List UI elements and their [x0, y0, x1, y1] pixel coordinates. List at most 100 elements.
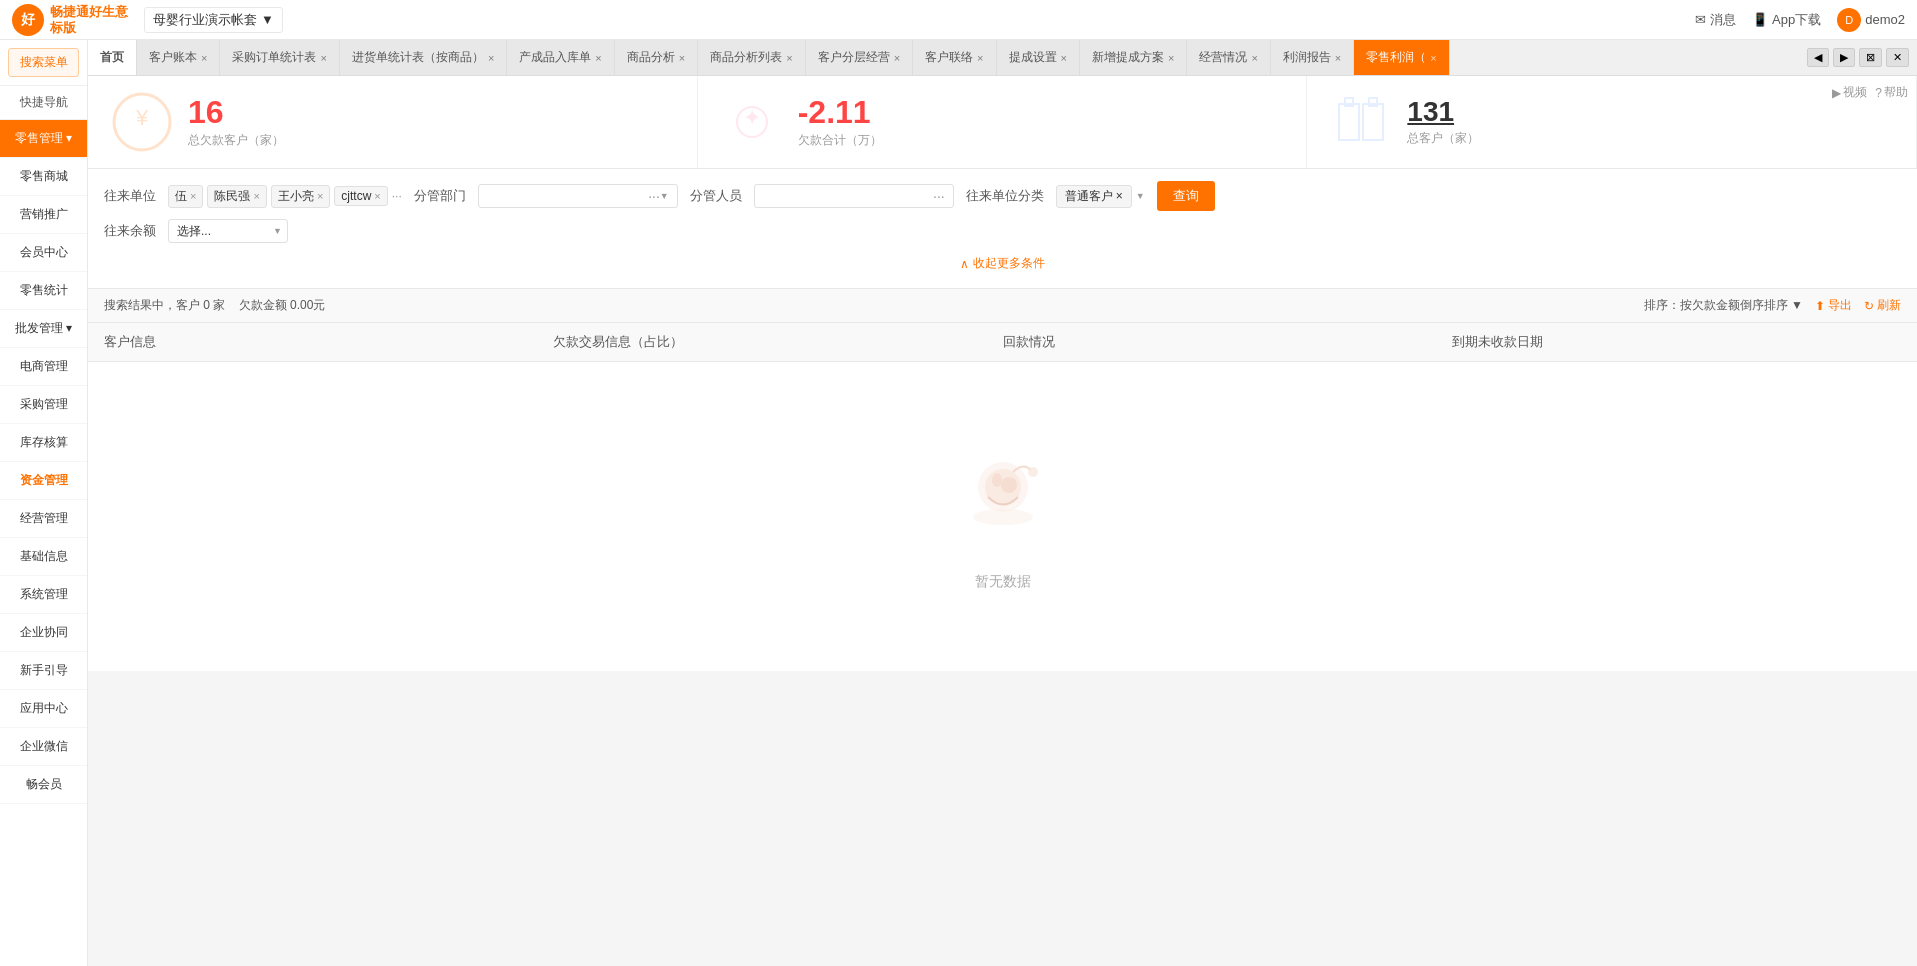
video-link[interactable]: ▶ 视频 — [1832, 84, 1867, 101]
tab-next-button[interactable]: ▶ — [1833, 48, 1855, 67]
tab-close-icon[interactable]: × — [894, 52, 900, 64]
sidebar-item-member-center[interactable]: 会员中心 — [0, 234, 87, 272]
unit-tag-cj: cjttcw × — [334, 186, 387, 206]
stat-customers-value: 16 — [188, 96, 284, 128]
search-menu-button[interactable]: 搜索菜单 — [8, 48, 79, 77]
user-menu[interactable]: D demo2 — [1837, 8, 1905, 32]
tab-close-icon[interactable]: × — [201, 52, 207, 64]
sidebar-item-enterprise[interactable]: 企业协同 — [0, 614, 87, 652]
filter-row-balance: 往来余额 选择... — [104, 219, 1901, 243]
tab-expand-button[interactable]: ⊠ — [1859, 48, 1882, 67]
query-button[interactable]: 查询 — [1157, 181, 1215, 211]
export-button[interactable]: ⬆ 导出 — [1815, 297, 1852, 314]
sidebar-item-ecommerce[interactable]: 电商管理 — [0, 348, 87, 386]
tab-purchase-order[interactable]: 采购订单统计表 × — [220, 40, 339, 76]
results-actions: 排序：按欠款金额倒序排序 ▼ ⬆ 导出 ↻ 刷新 — [1644, 297, 1901, 314]
balance-select[interactable]: 选择... — [168, 219, 288, 243]
tab-close-icon[interactable]: × — [1168, 52, 1174, 64]
sidebar-item-system[interactable]: 系统管理 — [0, 576, 87, 614]
empty-state-icon — [953, 442, 1053, 561]
help-link[interactable]: ? 帮助 — [1875, 84, 1908, 101]
unit-type-filter-label: 往来单位分类 — [966, 187, 1044, 205]
unit-tag-wu-close[interactable]: × — [190, 190, 196, 202]
sidebar-item-finance[interactable]: 资金管理 — [0, 462, 87, 500]
stat-customers-label: 总欠款客户（家） — [188, 132, 284, 149]
tab-close-all-button[interactable]: ✕ — [1886, 48, 1909, 67]
tab-profit-report[interactable]: 利润报告 × — [1271, 40, 1354, 76]
stat-total-value: 131 — [1407, 98, 1479, 126]
sidebar-item-marketing[interactable]: 营销推广 — [0, 196, 87, 234]
tab-close-icon[interactable]: × — [1335, 52, 1341, 64]
tab-close-icon[interactable]: × — [488, 52, 494, 64]
refresh-button[interactable]: ↻ 刷新 — [1864, 297, 1901, 314]
tab-customer-ledger[interactable]: 客户账本 × — [137, 40, 220, 76]
svg-point-13 — [1028, 467, 1038, 477]
sidebar-item-retail-mall[interactable]: 零售商城 — [0, 158, 87, 196]
tab-operations[interactable]: 经营情况 × — [1187, 40, 1270, 76]
stat-card-customers: ¥ 16 总欠款客户（家） — [88, 76, 698, 168]
balance-select-wrapper: 选择... — [168, 219, 288, 243]
person-input[interactable] — [763, 189, 933, 203]
message-link[interactable]: ✉ 消息 — [1695, 11, 1736, 29]
tab-goods-inbound[interactable]: 进货单统计表（按商品） × — [340, 40, 507, 76]
dept-filter-input[interactable]: ··· ▼ — [478, 184, 678, 208]
unit-tag-wu: 伍 × — [168, 185, 203, 208]
avatar: D — [1837, 8, 1861, 32]
person-input-more[interactable]: ··· — [933, 188, 945, 204]
unit-tag-cj-close[interactable]: × — [374, 190, 380, 202]
tab-close-icon[interactable]: × — [320, 52, 326, 64]
tab-commission-setting[interactable]: 提成设置 × — [997, 40, 1080, 76]
person-filter-input[interactable]: ··· — [754, 184, 954, 208]
tab-add-commission[interactable]: 新增提成方案 × — [1080, 40, 1187, 76]
tab-customer-contact[interactable]: 客户联络 × — [913, 40, 996, 76]
logo-area: 好 畅捷通好生意 标版 — [12, 4, 128, 36]
tab-close-icon[interactable]: × — [679, 52, 685, 64]
stat-debt-info: -2.11 欠款合计（万） — [798, 96, 882, 149]
unit-tag-wang-close[interactable]: × — [317, 190, 323, 202]
sidebar-item-appcenter[interactable]: 应用中心 — [0, 690, 87, 728]
tab-prev-button[interactable]: ◀ — [1807, 48, 1829, 67]
sidebar-item-purchase[interactable]: 采购管理 — [0, 386, 87, 424]
sidebar-item-wechat[interactable]: 企业微信 — [0, 728, 87, 766]
sidebar-item-base-info[interactable]: 基础信息 — [0, 538, 87, 576]
tab-close-icon[interactable]: × — [595, 52, 601, 64]
sort-label: 排序：按欠款金额倒序排序 ▼ — [1644, 297, 1803, 314]
unit-tags-more[interactable]: ··· — [392, 189, 402, 203]
stat-card-debt: ✦ -2.11 欠款合计（万） — [698, 76, 1308, 168]
logo-icon: 好 — [12, 4, 44, 36]
content-area: 首页 客户账本 × 采购订单统计表 × 进货单统计表（按商品） × 产成品入库单… — [88, 40, 1917, 966]
tab-goods-analysis[interactable]: 商品分析 × — [615, 40, 698, 76]
unit-tag-chen-close[interactable]: × — [253, 190, 259, 202]
dept-input-more[interactable]: ··· — [648, 188, 660, 204]
tab-close-icon[interactable]: × — [1061, 52, 1067, 64]
sidebar-item-wholesale[interactable]: 批发管理 ▾ — [0, 310, 87, 348]
tab-goods-analysis-list[interactable]: 商品分析列表 × — [698, 40, 805, 76]
tab-close-icon[interactable]: × — [1251, 52, 1257, 64]
unit-type-tags: 普通客户 × ▼ — [1056, 185, 1145, 208]
sidebar-item-operations[interactable]: 经营管理 — [0, 500, 87, 538]
col-customer-header: 客户信息 — [104, 333, 553, 351]
collapse-button[interactable]: ∧ 收起更多条件 — [104, 251, 1901, 276]
dept-chevron-icon: ▼ — [660, 191, 669, 201]
app-download-link[interactable]: 📱 App下载 — [1752, 11, 1821, 29]
sidebar-item-retail-mgmt[interactable]: 零售管理 ▾ — [0, 120, 87, 158]
sidebar-item-newguide[interactable]: 新手引导 — [0, 652, 87, 690]
sort-chevron-icon[interactable]: ▼ — [1791, 298, 1803, 312]
tab-close-icon[interactable]: × — [786, 52, 792, 64]
sidebar-item-inventory[interactable]: 库存核算 — [0, 424, 87, 462]
tab-home[interactable]: 首页 — [88, 40, 137, 76]
tab-close-icon[interactable]: × — [1430, 52, 1436, 64]
stat-debt-icon: ✦ — [722, 92, 782, 152]
tab-product-inbound[interactable]: 产成品入库单 × — [507, 40, 614, 76]
sidebar-item-retail-stats[interactable]: 零售统计 — [0, 272, 87, 310]
stat-debt-value: -2.11 — [798, 96, 882, 128]
tab-close-icon[interactable]: × — [977, 52, 983, 64]
dept-input[interactable] — [487, 189, 648, 203]
tab-customer-tier[interactable]: 客户分层经营 × — [806, 40, 913, 76]
logo-text: 畅捷通好生意 标版 — [50, 4, 128, 35]
store-selector[interactable]: 母婴行业演示帐套 ▼ — [144, 7, 283, 33]
sidebar-item-member[interactable]: 畅会员 — [0, 766, 87, 804]
customer-type-close[interactable]: × — [1116, 189, 1123, 203]
tab-retail-profit[interactable]: 零售利润（ × — [1354, 40, 1449, 76]
quick-nav-button[interactable]: 快捷导航 — [0, 86, 87, 120]
